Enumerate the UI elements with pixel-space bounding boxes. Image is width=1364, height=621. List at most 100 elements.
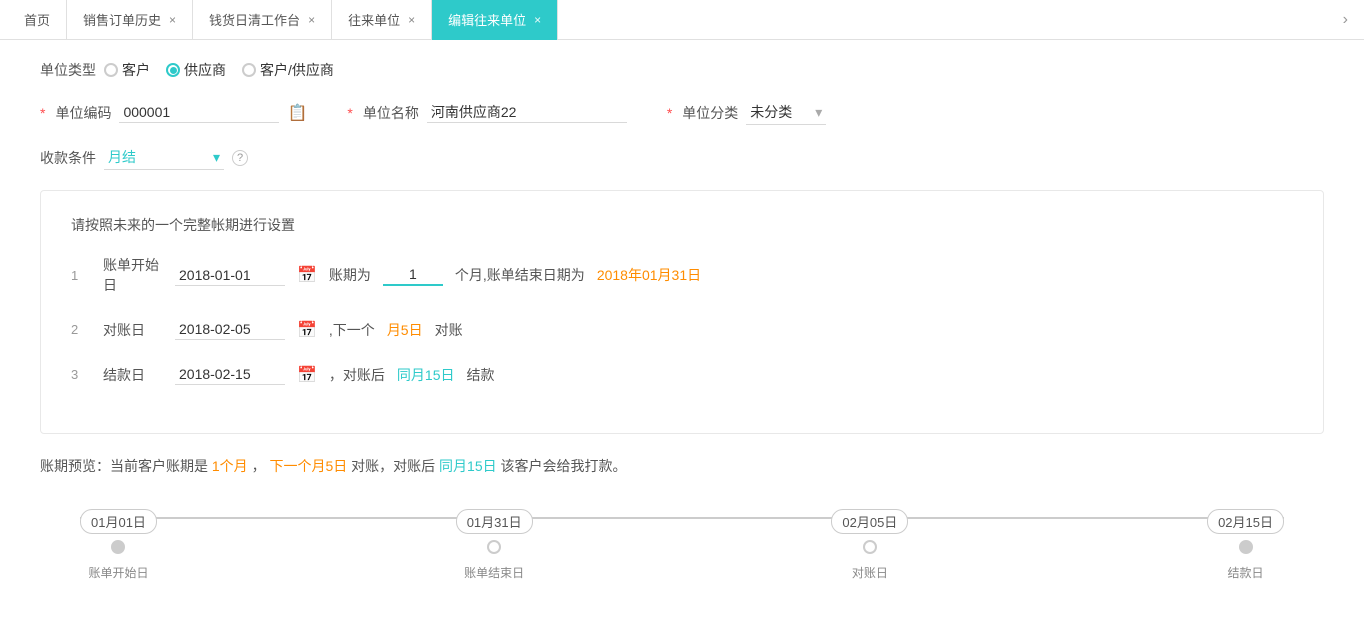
radio-customer[interactable]: 客户 <box>104 60 150 80</box>
timeline-badge-1: 01月31日 <box>456 509 533 534</box>
period-suffix-2: 对账 <box>435 320 463 340</box>
page-content: 单位类型 客户 供应商 客户/供应商 * 单位编码 <box>0 40 1364 621</box>
timeline-label-3: 结款日 <box>1228 564 1264 581</box>
tabs-scroll-arrow[interactable]: › <box>1335 11 1356 29</box>
radio-customer-label: 客户 <box>122 60 150 80</box>
timeline-dot-0 <box>111 540 125 554</box>
setting-box: 请按照未来的一个完整帐期进行设置 1 账单开始日 📅 账期为 个月,账单结束日期… <box>40 190 1324 434</box>
payment-value: 月结 <box>108 147 209 167</box>
unit-category-dropdown-icon: ▾ <box>815 104 822 121</box>
radio-supplier[interactable]: 供应商 <box>166 60 226 80</box>
radio-customer-circle <box>104 63 118 77</box>
period-num-3: 3 <box>71 367 91 382</box>
radio-supplier-circle <box>166 63 180 77</box>
timeline-label-2: 对账日 <box>852 564 888 581</box>
unit-code-group: * 单位编码 📋 <box>40 102 307 123</box>
period-suffix-3: 结款 <box>467 365 495 385</box>
period-num-1: 1 <box>71 268 91 283</box>
unit-category-label: 单位分类 <box>682 103 738 123</box>
period-row-1: 1 账单开始日 📅 账期为 个月,账单结束日期为 2018年01月31日 <box>71 255 1293 295</box>
payment-dropdown-icon: ▾ <box>213 149 220 166</box>
unit-info-row: * 单位编码 📋 * 单位名称 * 单位分类 未分类 ▾ <box>40 100 1324 125</box>
unit-category-select[interactable]: 未分类 ▾ <box>746 100 826 125</box>
unit-type-row: 单位类型 客户 供应商 客户/供应商 <box>40 60 1324 80</box>
radio-both-label: 客户/供应商 <box>260 60 334 80</box>
unit-type-group: 单位类型 客户 供应商 客户/供应商 <box>40 60 334 80</box>
radio-group-unit-type: 客户 供应商 客户/供应商 <box>104 60 334 80</box>
timeline: 01月01日 账单开始日 01月31日 账单结束日 02月05日 对账日 02月… <box>40 499 1324 601</box>
timeline-node-2: 02月05日 对账日 <box>831 509 908 581</box>
unit-name-group: * 单位名称 <box>347 102 626 123</box>
preview-sep1: ， <box>252 458 266 474</box>
unit-type-label: 单位类型 <box>40 60 96 80</box>
period-date-1[interactable] <box>175 265 285 286</box>
unit-category-star: * <box>667 105 672 121</box>
period-row-2: 2 对账日 📅 ,下一个 月5日 对账 <box>71 319 1293 340</box>
preview-part2: 下一个月5日 <box>269 458 347 474</box>
payment-label: 收款条件 <box>40 148 96 168</box>
timeline-badge-0: 01月01日 <box>80 509 157 534</box>
timeline-label-0: 账单开始日 <box>88 564 148 581</box>
period-mid-text-1: 账期为 <box>329 265 371 285</box>
preview-part3: 同月15日 <box>439 458 497 474</box>
tabs-bar: 首页 销售订单历史 × 钱货日清工作台 × 往来单位 × 编辑往来单位 × › <box>0 0 1364 40</box>
preview-sep2: 对账，对账后 <box>351 458 435 474</box>
period-calendar-2[interactable]: 📅 <box>297 320 317 340</box>
radio-supplier-label: 供应商 <box>184 60 226 80</box>
period-prefix-2: ,下一个 <box>329 320 375 340</box>
timeline-dot-2 <box>863 540 877 554</box>
period-label-3: 结款日 <box>103 365 163 385</box>
tab-cash-work[interactable]: 钱货日清工作台 × <box>193 0 332 40</box>
radio-both-circle <box>242 63 256 77</box>
close-tab-sales-history[interactable]: × <box>169 13 176 27</box>
tab-edit-partner[interactable]: 编辑往来单位 × <box>432 0 558 40</box>
tab-partner[interactable]: 往来单位 × <box>332 0 432 40</box>
timeline-badge-3: 02月15日 <box>1207 509 1284 534</box>
close-tab-cash-work[interactable]: × <box>308 13 315 27</box>
period-calendar-1[interactable]: 📅 <box>297 265 317 285</box>
period-end-date-1: 2018年01月31日 <box>597 265 701 285</box>
period-row-3: 3 结款日 📅 ，对账后 同月15日 结款 <box>71 364 1293 385</box>
timeline-badge-2: 02月05日 <box>831 509 908 534</box>
setting-title: 请按照未来的一个完整帐期进行设置 <box>71 215 1293 235</box>
period-label-1: 账单开始日 <box>103 255 163 295</box>
unit-category-group: * 单位分类 未分类 ▾ <box>667 100 826 125</box>
timeline-node-3: 02月15日 结款日 <box>1207 509 1284 581</box>
payment-group: 收款条件 月结 ▾ ? <box>40 145 248 170</box>
period-date-2[interactable] <box>175 319 285 340</box>
timeline-dot-3 <box>1239 540 1253 554</box>
unit-name-label: 单位名称 <box>363 103 419 123</box>
timeline-nodes: 01月01日 账单开始日 01月31日 账单结束日 02月05日 对账日 02月… <box>40 509 1324 581</box>
preview-part1: 1个月 <box>212 458 248 474</box>
payment-help-icon[interactable]: ? <box>232 150 248 166</box>
tab-home[interactable]: 首页 <box>8 0 67 40</box>
preview-prefix: 账期预览：当前客户账期是 <box>40 458 208 474</box>
payment-row: 收款条件 月结 ▾ ? <box>40 145 1324 170</box>
timeline-node-1: 01月31日 账单结束日 <box>456 509 533 581</box>
period-suffix-1: 个月,账单结束日期为 <box>455 265 585 285</box>
payment-select[interactable]: 月结 ▾ <box>104 145 224 170</box>
period-label-2: 对账日 <box>103 320 163 340</box>
period-highlight-3: 同月15日 <box>397 365 455 385</box>
unit-code-label: 单位编码 <box>55 103 111 123</box>
period-date-3[interactable] <box>175 364 285 385</box>
unit-name-input[interactable] <box>427 102 627 123</box>
unit-code-star: * <box>40 105 45 121</box>
preview-text: 账期预览：当前客户账期是 1个月 ， 下一个月5日 对账，对账后 同月15日 该… <box>40 454 1324 479</box>
unit-code-icon[interactable]: 📋 <box>287 103 307 123</box>
close-tab-edit-partner[interactable]: × <box>534 13 541 27</box>
unit-code-input[interactable] <box>119 102 279 123</box>
period-num-2: 2 <box>71 322 91 337</box>
period-months-input[interactable] <box>383 264 443 286</box>
unit-name-star: * <box>347 105 352 121</box>
close-tab-partner[interactable]: × <box>408 13 415 27</box>
period-prefix-3: ，对账后 <box>329 365 385 385</box>
timeline-node-0: 01月01日 账单开始日 <box>80 509 157 581</box>
unit-category-value: 未分类 <box>750 102 811 122</box>
radio-both[interactable]: 客户/供应商 <box>242 60 334 80</box>
period-calendar-3[interactable]: 📅 <box>297 365 317 385</box>
preview-suffix: 该客户会给我打款。 <box>501 458 627 474</box>
timeline-label-1: 账单结束日 <box>464 564 524 581</box>
tab-sales-history[interactable]: 销售订单历史 × <box>67 0 193 40</box>
timeline-dot-1 <box>487 540 501 554</box>
